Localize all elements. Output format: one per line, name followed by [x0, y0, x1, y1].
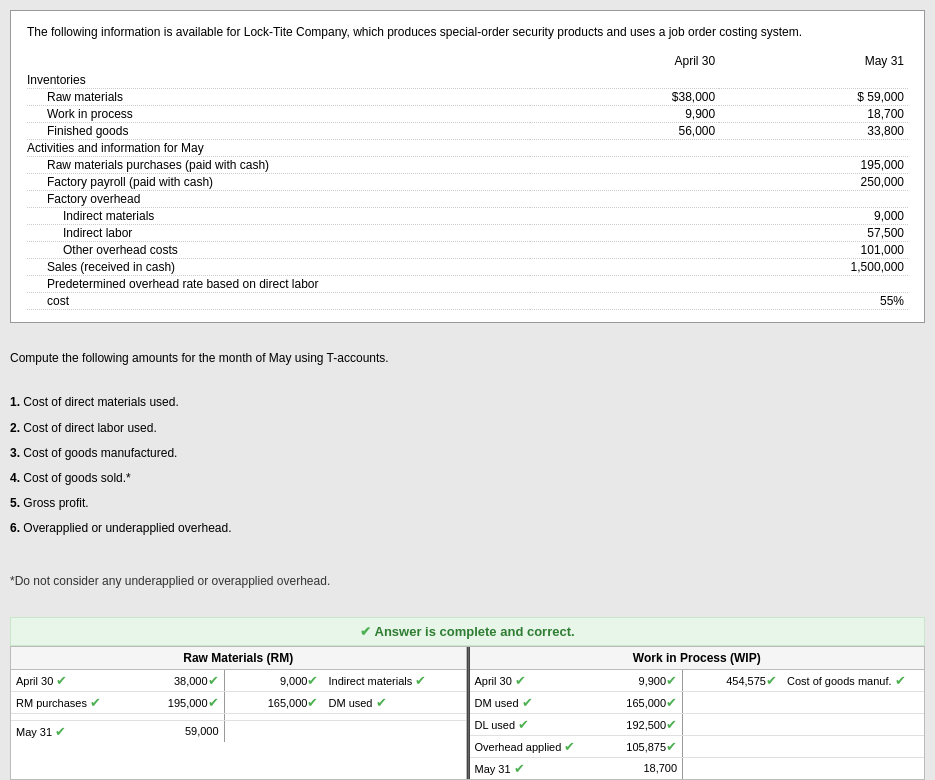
check-icon: ✔: [564, 739, 575, 754]
answer-banner-text: Answer is complete and correct.: [375, 624, 575, 639]
table-row: Inventories: [27, 72, 908, 89]
check-icon: ✔: [307, 673, 318, 688]
raw-materials-account: Raw Materials (RM) April 30 ✔ 38,000✔ 9,…: [11, 647, 467, 779]
check-icon: ✔: [666, 739, 677, 754]
table-row: May 31 ✔ 59,000: [11, 720, 466, 742]
wip-account: Work in Process (WIP) April 30 ✔ 9,900✔ …: [470, 647, 925, 779]
check-icon: ✔: [208, 673, 219, 688]
entry-label: DL used: [475, 719, 516, 731]
table-row: Indirect labor 57,500: [27, 225, 908, 242]
header-april: April 30: [530, 53, 719, 72]
entry-value: 18,700: [643, 762, 677, 774]
note-text: *Do not consider any underapplied or ove…: [10, 572, 925, 591]
answer-check-icon: ✔: [360, 624, 371, 639]
entry-label: April 30: [475, 675, 512, 687]
check-icon: ✔: [56, 673, 67, 688]
table-row: RM purchases ✔ 195,000✔ 165,000✔ DM used…: [11, 691, 466, 713]
raw-materials-title: Raw Materials (RM): [11, 647, 466, 670]
compute-item: 6. Overapplied or underapplied overhead.: [10, 519, 925, 538]
table-row: [11, 713, 466, 720]
entry-value: 165,000: [626, 697, 666, 709]
check-icon: ✔: [518, 717, 529, 732]
table-row: Activities and information for May: [27, 140, 908, 157]
compute-item: 2. Cost of direct labor used.: [10, 419, 925, 438]
table-row: Sales (received in cash) 1,500,000: [27, 259, 908, 276]
entry-value: 59,000: [185, 725, 219, 737]
table-row: April 30 ✔ 9,900✔ 454,575✔ Cost of goods…: [470, 670, 925, 692]
compute-item: 5. Gross profit.: [10, 494, 925, 513]
table-row: Work in process 9,900 18,700: [27, 106, 908, 123]
table-row: Finished goods 56,000 33,800: [27, 123, 908, 140]
compute-title: Compute the following amounts for the mo…: [10, 349, 925, 368]
entry-label: Cost of goods manuf.: [787, 675, 892, 687]
table-row: Predetermined overhead rate based on dir…: [27, 276, 908, 293]
check-icon: ✔: [208, 695, 219, 710]
table-row: Indirect materials 9,000: [27, 208, 908, 225]
compute-item: 1. Cost of direct materials used.: [10, 393, 925, 412]
entry-value: 38,000: [174, 675, 208, 687]
entry-label: April 30: [16, 675, 53, 687]
check-icon: ✔: [895, 673, 906, 688]
entry-label: Indirect materials: [328, 675, 412, 687]
entry-value: 192,500: [626, 719, 666, 731]
entry-label: May 31: [16, 726, 52, 738]
header-may: May 31: [719, 53, 908, 72]
check-icon: ✔: [55, 724, 66, 739]
table-row: Overhead applied ✔ 105,875✔: [470, 735, 925, 757]
wip-title: Work in Process (WIP): [470, 647, 925, 670]
entry-label: May 31: [475, 763, 511, 775]
entry-value: 105,875: [626, 741, 666, 753]
table-row: Raw materials $38,000 $ 59,000: [27, 89, 908, 106]
check-icon: ✔: [522, 695, 533, 710]
entry-label: DM used: [328, 697, 372, 709]
entry-label: Overhead applied: [475, 741, 562, 753]
check-icon: ✔: [666, 717, 677, 732]
check-icon: ✔: [666, 695, 677, 710]
entry-value: 195,000: [168, 697, 208, 709]
entry-label: DM used: [475, 697, 519, 709]
table-row: Raw materials purchases (paid with cash)…: [27, 157, 908, 174]
intro-paragraph: The following information is available f…: [27, 23, 908, 41]
table-row: Other overhead costs 101,000: [27, 242, 908, 259]
table-row: May 31 ✔ 18,700: [470, 757, 925, 779]
check-icon: ✔: [514, 761, 525, 776]
entry-value: 454,575: [726, 675, 766, 687]
check-icon: ✔: [415, 673, 426, 688]
table-row: April 30 ✔ 38,000✔ 9,000✔ Indirect mater…: [11, 670, 466, 692]
table-row: Factory payroll (paid with cash) 250,000: [27, 174, 908, 191]
table-row: DM used ✔ 165,000✔: [470, 691, 925, 713]
table-row: Factory overhead: [27, 191, 908, 208]
check-icon: ✔: [515, 673, 526, 688]
check-icon: ✔: [307, 695, 318, 710]
entry-value: 165,000: [268, 697, 308, 709]
table-row: cost 55%: [27, 293, 908, 310]
entry-value: 9,000: [280, 675, 308, 687]
check-icon: ✔: [90, 695, 101, 710]
compute-item: 3. Cost of goods manufactured.: [10, 444, 925, 463]
check-icon: ✔: [666, 673, 677, 688]
compute-item: 4. Cost of goods sold.*: [10, 469, 925, 488]
table-row: DL used ✔ 192,500✔: [470, 713, 925, 735]
entry-label: RM purchases: [16, 697, 87, 709]
check-icon: ✔: [376, 695, 387, 710]
entry-value: 9,900: [639, 675, 667, 687]
check-icon: ✔: [766, 673, 777, 688]
